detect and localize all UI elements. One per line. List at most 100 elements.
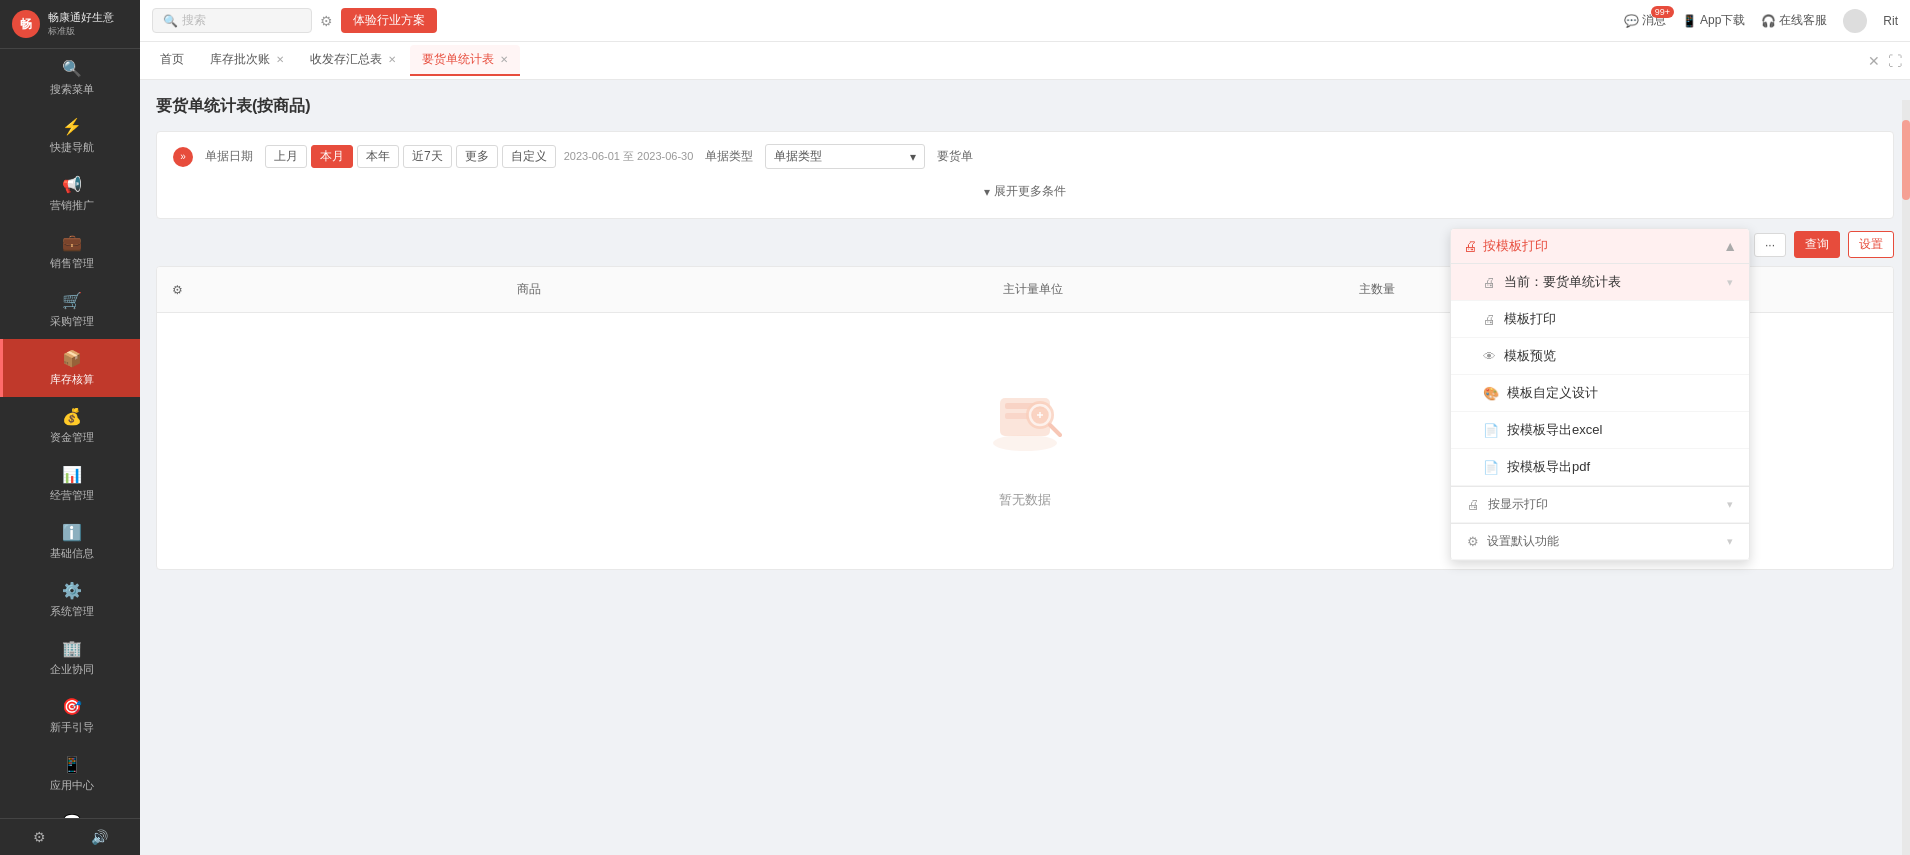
doc-type-label: 单据类型 [705, 148, 753, 165]
topbar-right: 💬 消息 99+ 📱 App下载 🎧 在线客服 Rit [1624, 9, 1898, 33]
purchase-icon: 🛒 [62, 291, 82, 310]
query-btn[interactable]: 查询 [1794, 231, 1840, 258]
right-scrollbar[interactable] [1902, 100, 1910, 855]
dropdown-default-func[interactable]: ⚙ 设置默认功能 ▾ [1451, 523, 1749, 560]
sidebar-item-operation[interactable]: 📊 经营管理 [0, 455, 140, 513]
search-icon: 🔍 [163, 14, 178, 28]
tab-inventory-batch[interactable]: 库存批次账 ✕ [198, 45, 296, 76]
tab-order-stat[interactable]: 要货单统计表 ✕ [410, 45, 520, 76]
template-excel-label: 按模板导出excel [1507, 421, 1602, 439]
page-title: 要货单统计表(按商品) [156, 96, 1894, 117]
empty-illustration [980, 373, 1070, 479]
date-filter-label: 单据日期 [205, 148, 253, 165]
dropdown-template-design[interactable]: 🎨 模板自定义设计 [1451, 375, 1749, 412]
sidebar-item-purchase[interactable]: 🛒 采购管理 [0, 281, 140, 339]
trial-btn[interactable]: 体验行业方案 [341, 8, 437, 33]
sidebar-item-sales[interactable]: 💼 销售管理 [0, 223, 140, 281]
tabs-right: ✕ ⛶ [1868, 53, 1902, 69]
sidebar-item-wechat[interactable]: 💬 企业微信 [0, 803, 140, 818]
topbar-app-download[interactable]: 📱 App下载 [1682, 12, 1745, 29]
filter-expand-icon[interactable]: » [173, 147, 193, 167]
message-badge: 99+ [1651, 6, 1674, 18]
date-buttons: 上月 本月 本年 近7天 更多 自定义 2023-06-01 至 2023-06… [265, 145, 693, 168]
dropdown-close-btn[interactable]: ▲ [1723, 238, 1737, 254]
tab-home[interactable]: 首页 [148, 45, 196, 76]
sidebar-item-finance[interactable]: 💰 资金管理 [0, 397, 140, 455]
beginner-icon: 🎯 [62, 697, 82, 716]
dropdown-display-print[interactable]: 🖨 按显示打印 ▾ [1451, 486, 1749, 523]
chevron-down-icon: ▾ [910, 150, 916, 164]
printer-header-icon: 🖨 [1463, 238, 1477, 254]
settings-btn[interactable]: 设置 [1848, 231, 1894, 258]
user-avatar [1843, 9, 1867, 33]
dropdown-current-label: 当前：要货单统计表 [1504, 273, 1621, 291]
tab-receipt-summary-close[interactable]: ✕ [388, 54, 396, 65]
sidebar-item-appstore[interactable]: 📱 应用中心 [0, 745, 140, 803]
sidebar-item-beginner[interactable]: 🎯 新手引导 [0, 687, 140, 745]
display-print-icon: 🖨 [1467, 497, 1480, 512]
default-func-icon: ⚙ [1467, 534, 1479, 549]
topbar-search[interactable]: 🔍 搜索 [152, 8, 312, 33]
display-print-label: 按显示打印 [1488, 496, 1548, 513]
tab-order-stat-close[interactable]: ✕ [500, 54, 508, 65]
appstore-icon: 📱 [62, 755, 82, 774]
template-pdf-icon: 📄 [1483, 460, 1499, 475]
username[interactable]: Rit [1883, 14, 1898, 28]
sidebar-item-search[interactable]: 🔍 搜索菜单 [0, 49, 140, 107]
system-icon: ⚙️ [62, 581, 82, 600]
date-range-text: 2023-06-01 至 2023-06-30 [564, 149, 694, 164]
sidebar-footer: ⚙ 🔊 [0, 818, 140, 855]
template-design-left: 🎨 模板自定义设计 [1483, 384, 1598, 402]
current-item-arrow: ▾ [1727, 276, 1733, 289]
template-pdf-label: 按模板导出pdf [1507, 458, 1590, 476]
basic-icon: ℹ️ [62, 523, 82, 542]
dropdown-title-label: 按模板打印 [1483, 237, 1548, 255]
tab-inventory-batch-label: 库存批次账 [210, 51, 270, 68]
tab-receipt-summary[interactable]: 收发存汇总表 ✕ [298, 45, 408, 76]
topbar-gear-icon[interactable]: ⚙ [320, 13, 333, 29]
dropdown-template-pdf[interactable]: 📄 按模板导出pdf [1451, 449, 1749, 486]
speaker-icon[interactable]: 🔊 [91, 829, 108, 845]
filter-expand-btn[interactable]: ▾ 展开更多条件 [968, 177, 1082, 206]
date-more-btn[interactable]: 更多 [456, 145, 498, 168]
tab-order-stat-label: 要货单统计表 [422, 51, 494, 68]
sidebar-item-system[interactable]: ⚙️ 系统管理 [0, 571, 140, 629]
date-prev-month-btn[interactable]: 上月 [265, 145, 307, 168]
close-window-btn[interactable]: ✕ [1868, 53, 1880, 69]
app-logo: 畅 畅康通好生意 标准版 [0, 0, 140, 49]
sidebar-item-enterprise[interactable]: 🏢 企业协同 [0, 629, 140, 687]
settings-label: 设置 [1859, 236, 1883, 253]
display-print-left: 🖨 按显示打印 [1467, 496, 1548, 513]
sidebar-item-marketing[interactable]: 📢 营销推广 [0, 165, 140, 223]
th-gear[interactable]: ⚙ [157, 277, 197, 303]
topbar-online-service[interactable]: 🎧 在线客服 [1761, 12, 1827, 29]
doc-type-select[interactable]: 单据类型 ▾ [765, 144, 925, 169]
date-cur-year-btn[interactable]: 本年 [357, 145, 399, 168]
finance-icon: 💰 [62, 407, 82, 426]
template-pdf-left: 📄 按模板导出pdf [1483, 458, 1590, 476]
search-icon: 🔍 [62, 59, 82, 78]
dropdown-header: 🖨 按模板打印 ▲ [1451, 229, 1749, 264]
date-cur-month-btn[interactable]: 本月 [311, 145, 353, 168]
date-last7-btn[interactable]: 近7天 [403, 145, 452, 168]
expand-window-btn[interactable]: ⛶ [1888, 53, 1902, 69]
main-area: 🔍 搜索 ⚙ 体验行业方案 💬 消息 99+ 📱 App下载 🎧 在线客服 Ri… [140, 0, 1910, 855]
doc-type-value: 单据类型 [774, 148, 822, 165]
sidebar-item-basic[interactable]: ℹ️ 基础信息 [0, 513, 140, 571]
template-design-icon: 🎨 [1483, 386, 1499, 401]
dropdown-template-preview[interactable]: 👁 模板预览 [1451, 338, 1749, 375]
sidebar-item-label: 系统管理 [50, 604, 94, 619]
dropdown-current-item[interactable]: 🖨 当前：要货单统计表 ▾ [1451, 264, 1749, 301]
more-btn[interactable]: ··· [1754, 233, 1786, 257]
page-content: 要货单统计表(按商品) » 单据日期 上月 本月 本年 近7天 更多 自定义 2… [140, 80, 1910, 855]
template-preview-label: 模板预览 [1504, 347, 1556, 365]
topbar-message[interactable]: 💬 消息 99+ [1624, 12, 1666, 29]
dropdown-template-print[interactable]: 🖨 模板打印 [1451, 301, 1749, 338]
dropdown-template-excel[interactable]: 📄 按模板导出excel [1451, 412, 1749, 449]
sidebar-item-inventory[interactable]: 📦 库存核算 [0, 339, 140, 397]
sidebar-item-quick-nav[interactable]: ⚡ 快捷导航 [0, 107, 140, 165]
settings-footer-icon[interactable]: ⚙ [33, 829, 46, 845]
sales-icon: 💼 [62, 233, 82, 252]
tab-inventory-batch-close[interactable]: ✕ [276, 54, 284, 65]
date-custom-btn[interactable]: 自定义 [502, 145, 556, 168]
